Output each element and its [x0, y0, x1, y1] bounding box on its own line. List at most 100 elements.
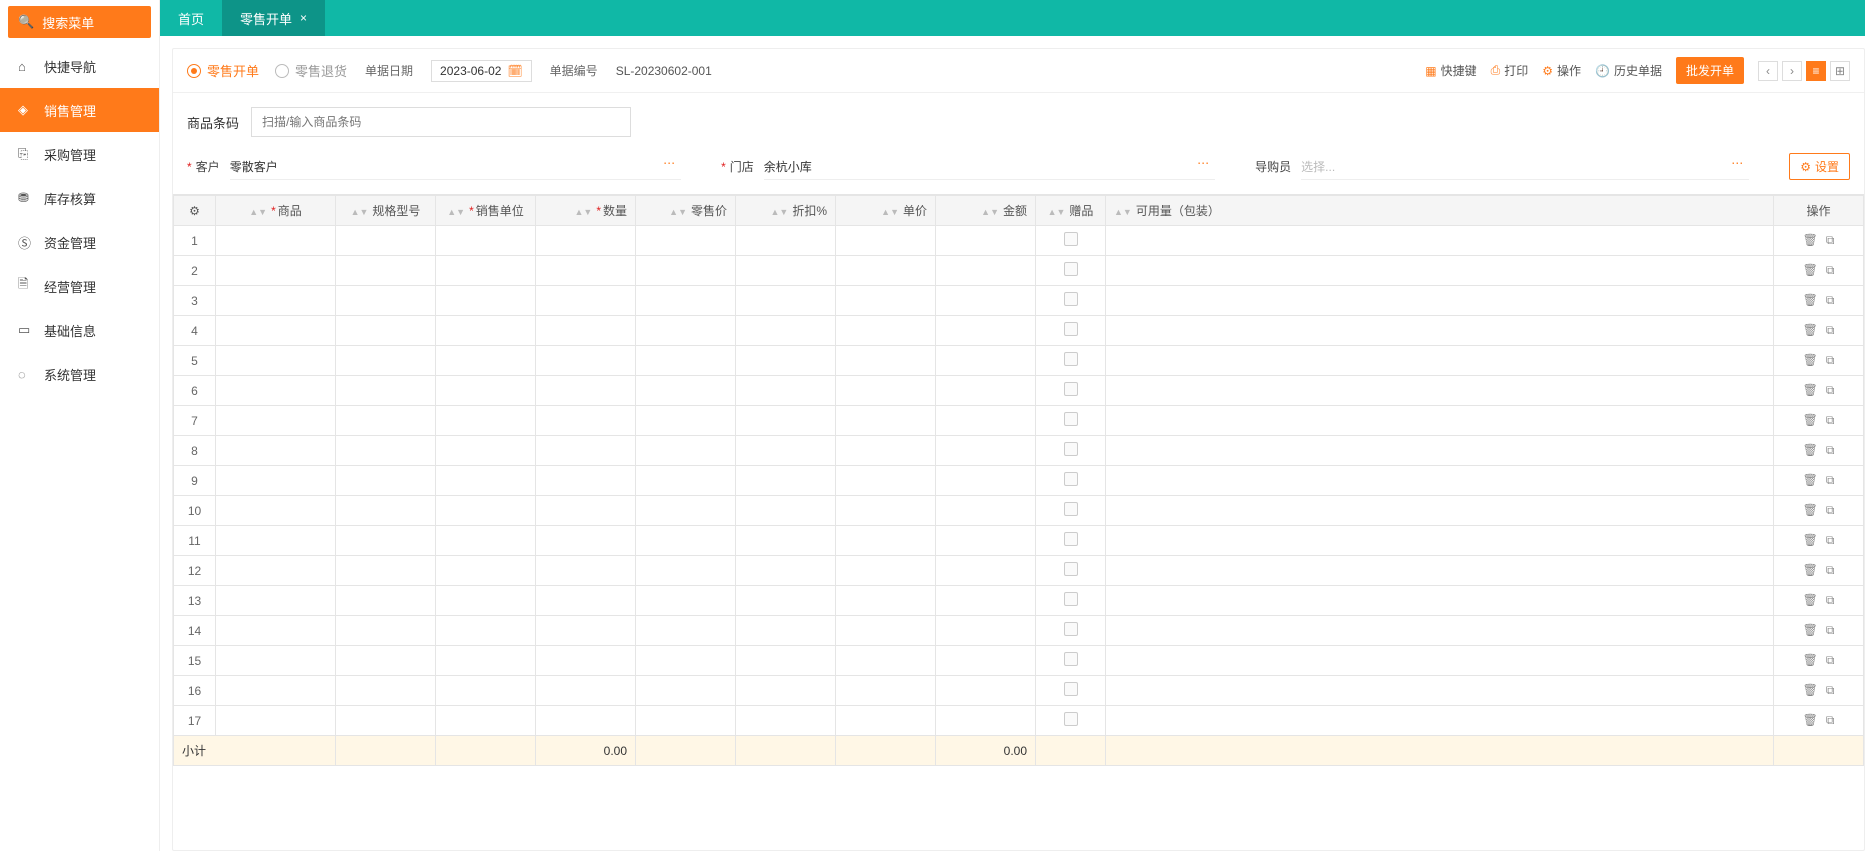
delete-row-icon[interactable]: 🗑	[1803, 383, 1818, 397]
copy-row-icon[interactable]: ⧉	[1826, 233, 1835, 247]
col-unit[interactable]: ▲▼*销售单位	[436, 196, 536, 226]
table-row[interactable]: 17🗑⧉	[174, 706, 1864, 736]
batch-order-button[interactable]: 批发开单	[1676, 57, 1744, 84]
delete-row-icon[interactable]: 🗑	[1803, 263, 1818, 277]
table-row[interactable]: 6🗑⧉	[174, 376, 1864, 406]
delete-row-icon[interactable]: 🗑	[1803, 353, 1818, 367]
delete-row-icon[interactable]: 🗑	[1803, 323, 1818, 337]
gift-checkbox[interactable]	[1064, 322, 1078, 336]
sidebar-item-1[interactable]: ◈销售管理	[0, 88, 159, 132]
history-button[interactable]: 🕘历史单据	[1595, 62, 1662, 79]
sidebar-item-0[interactable]: ⌂快捷导航	[0, 44, 159, 88]
sidebar-item-5[interactable]: 🗎经营管理	[0, 264, 159, 308]
col-unitprice[interactable]: ▲▼单价	[836, 196, 936, 226]
delete-row-icon[interactable]: 🗑	[1803, 503, 1818, 517]
grid-view-button[interactable]: ⊞	[1830, 61, 1850, 81]
next-button[interactable]: ›	[1782, 61, 1802, 81]
gift-checkbox[interactable]	[1064, 562, 1078, 576]
gift-checkbox[interactable]	[1064, 622, 1078, 636]
gift-checkbox[interactable]	[1064, 292, 1078, 306]
more-icon[interactable]: ⋯	[663, 156, 677, 170]
delete-row-icon[interactable]: 🗑	[1803, 563, 1818, 577]
gift-checkbox[interactable]	[1064, 412, 1078, 426]
table-row[interactable]: 10🗑⧉	[174, 496, 1864, 526]
delete-row-icon[interactable]: 🗑	[1803, 533, 1818, 547]
gift-checkbox[interactable]	[1064, 652, 1078, 666]
delete-row-icon[interactable]: 🗑	[1803, 623, 1818, 637]
delete-row-icon[interactable]: 🗑	[1803, 473, 1818, 487]
guide-picker[interactable]: 选择... ⋯	[1301, 154, 1749, 180]
gift-checkbox[interactable]	[1064, 262, 1078, 276]
delete-row-icon[interactable]: 🗑	[1803, 683, 1818, 697]
gift-checkbox[interactable]	[1064, 382, 1078, 396]
radio-retail-return[interactable]: 零售退货	[275, 61, 347, 80]
sidebar-item-3[interactable]: ⛃库存核算	[0, 176, 159, 220]
col-price[interactable]: ▲▼零售价	[636, 196, 736, 226]
table-row[interactable]: 15🗑⧉	[174, 646, 1864, 676]
store-picker[interactable]: 余杭小库 ⋯	[764, 154, 1215, 180]
copy-row-icon[interactable]: ⧉	[1826, 563, 1835, 577]
sidebar-item-2[interactable]: ⎘采购管理	[0, 132, 159, 176]
search-menu-button[interactable]: 🔍 搜索菜单	[8, 6, 151, 38]
gift-checkbox[interactable]	[1064, 352, 1078, 366]
table-row[interactable]: 14🗑⧉	[174, 616, 1864, 646]
delete-row-icon[interactable]: 🗑	[1803, 713, 1818, 727]
sidebar-item-4[interactable]: Ⓢ资金管理	[0, 220, 159, 264]
copy-row-icon[interactable]: ⧉	[1826, 623, 1835, 637]
copy-row-icon[interactable]: ⧉	[1826, 443, 1835, 457]
col-qty[interactable]: ▲▼*数量	[536, 196, 636, 226]
list-view-button[interactable]: ≡	[1806, 61, 1826, 81]
copy-row-icon[interactable]: ⧉	[1826, 593, 1835, 607]
delete-row-icon[interactable]: 🗑	[1803, 593, 1818, 607]
table-row[interactable]: 4🗑⧉	[174, 316, 1864, 346]
copy-row-icon[interactable]: ⧉	[1826, 713, 1835, 727]
gift-checkbox[interactable]	[1064, 442, 1078, 456]
table-row[interactable]: 2🗑⧉	[174, 256, 1864, 286]
settings-button[interactable]: ⚙ 设置	[1789, 153, 1850, 180]
col-gear[interactable]: ⚙	[174, 196, 216, 226]
copy-row-icon[interactable]: ⧉	[1826, 413, 1835, 427]
copy-row-icon[interactable]: ⧉	[1826, 473, 1835, 487]
copy-row-icon[interactable]: ⧉	[1826, 533, 1835, 547]
tab-home[interactable]: 首页	[160, 0, 222, 36]
gift-checkbox[interactable]	[1064, 592, 1078, 606]
copy-row-icon[interactable]: ⧉	[1826, 353, 1835, 367]
table-row[interactable]: 11🗑⧉	[174, 526, 1864, 556]
radio-retail-order[interactable]: 零售开单	[187, 61, 259, 80]
gift-checkbox[interactable]	[1064, 712, 1078, 726]
copy-row-icon[interactable]: ⧉	[1826, 323, 1835, 337]
delete-row-icon[interactable]: 🗑	[1803, 293, 1818, 307]
copy-row-icon[interactable]: ⧉	[1826, 683, 1835, 697]
gift-checkbox[interactable]	[1064, 682, 1078, 696]
date-picker[interactable]: 2023-06-02 🗓	[431, 60, 532, 82]
customer-picker[interactable]: 零散客户 ⋯	[230, 154, 681, 180]
col-amount[interactable]: ▲▼金额	[936, 196, 1036, 226]
table-row[interactable]: 3🗑⧉	[174, 286, 1864, 316]
delete-row-icon[interactable]: 🗑	[1803, 413, 1818, 427]
print-button[interactable]: ⎙打印	[1491, 62, 1529, 79]
copy-row-icon[interactable]: ⧉	[1826, 293, 1835, 307]
table-row[interactable]: 5🗑⧉	[174, 346, 1864, 376]
copy-row-icon[interactable]: ⧉	[1826, 503, 1835, 517]
gift-checkbox[interactable]	[1064, 472, 1078, 486]
table-row[interactable]: 1🗑⧉	[174, 226, 1864, 256]
table-row[interactable]: 16🗑⧉	[174, 676, 1864, 706]
col-gift[interactable]: ▲▼赠品	[1036, 196, 1106, 226]
copy-row-icon[interactable]: ⧉	[1826, 263, 1835, 277]
copy-row-icon[interactable]: ⧉	[1826, 383, 1835, 397]
gift-checkbox[interactable]	[1064, 232, 1078, 246]
sidebar-item-7[interactable]: ◌系统管理	[0, 352, 159, 396]
gift-checkbox[interactable]	[1064, 532, 1078, 546]
table-row[interactable]: 13🗑⧉	[174, 586, 1864, 616]
table-row[interactable]: 7🗑⧉	[174, 406, 1864, 436]
table-row[interactable]: 9🗑⧉	[174, 466, 1864, 496]
col-product[interactable]: ▲▼*商品	[216, 196, 336, 226]
tab-retail-order[interactable]: 零售开单 ×	[222, 0, 325, 36]
col-available[interactable]: ▲▼可用量（包装）	[1106, 196, 1774, 226]
prev-button[interactable]: ‹	[1758, 61, 1778, 81]
delete-row-icon[interactable]: 🗑	[1803, 443, 1818, 457]
operate-button[interactable]: ⚙操作	[1542, 62, 1581, 79]
delete-row-icon[interactable]: 🗑	[1803, 653, 1818, 667]
copy-row-icon[interactable]: ⧉	[1826, 653, 1835, 667]
col-discount[interactable]: ▲▼折扣%	[736, 196, 836, 226]
